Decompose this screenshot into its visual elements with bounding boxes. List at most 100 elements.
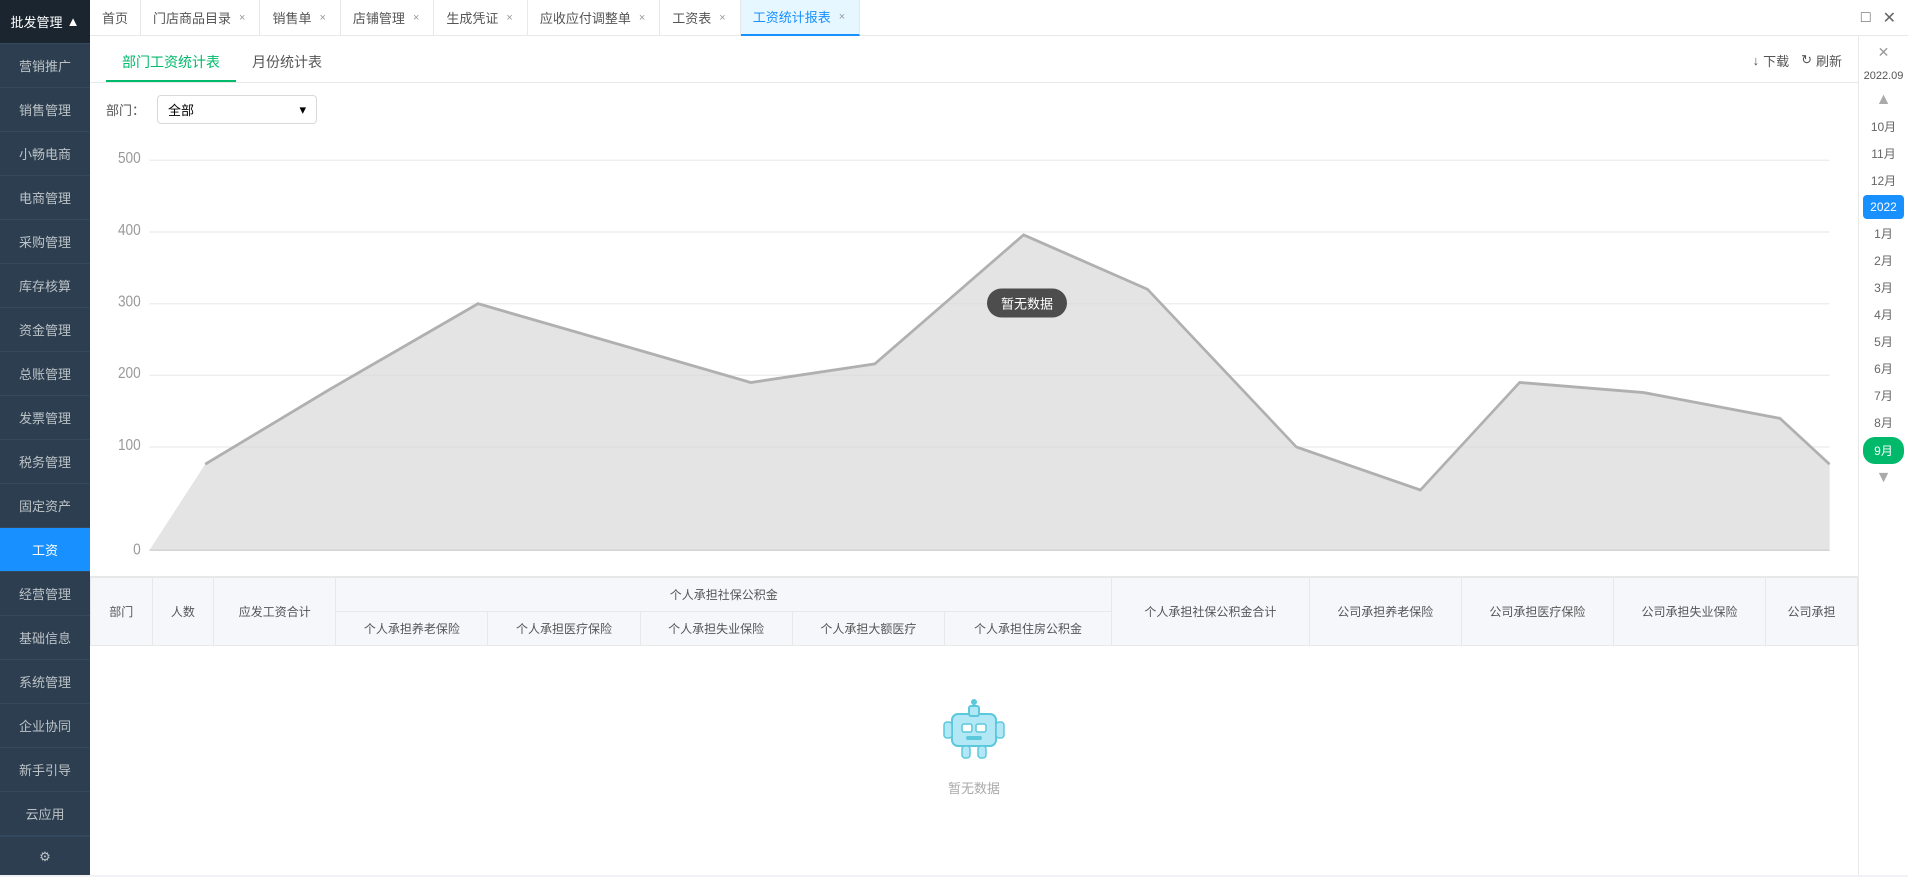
- no-data-tooltip: 暂无数据: [987, 289, 1067, 318]
- tab-close-icon[interactable]: ×: [717, 11, 727, 25]
- sidebar-item-工资[interactable]: 工资: [0, 528, 90, 572]
- svg-text:500: 500: [118, 150, 141, 167]
- sidebar-item-云应用[interactable]: 云应用: [0, 792, 90, 836]
- sub-tabs: 部门工资统计表月份统计表 ↓ 下载 ↻ 刷新: [90, 36, 1858, 83]
- tab-close-icon[interactable]: ×: [411, 11, 421, 25]
- col-personal-medical: 个人承担医疗保险: [488, 612, 640, 646]
- tab-label: 应收应付调整单: [540, 8, 631, 27]
- sidebar-item-经营管理[interactable]: 经营管理: [0, 572, 90, 616]
- refresh-button[interactable]: ↻ 刷新: [1801, 51, 1842, 70]
- sidebar-item-总账管理[interactable]: 总账管理: [0, 352, 90, 396]
- chart-svg: 500 400 300 200 100 0: [106, 146, 1842, 576]
- download-button[interactable]: ↓ 下载: [1753, 51, 1790, 70]
- timeline-item-7月[interactable]: 7月: [1859, 382, 1908, 409]
- svg-text:400: 400: [118, 222, 141, 239]
- table-section[interactable]: 部门 人数 应发工资合计 个人承担社保公积金 个人承担社保公积金合计 公司承担养…: [90, 576, 1858, 817]
- timeline-item-12月[interactable]: 12月: [1859, 167, 1908, 194]
- sidebar-item-基础信息[interactable]: 基础信息: [0, 616, 90, 660]
- sidebar-item-发票管理[interactable]: 发票管理: [0, 396, 90, 440]
- sidebar-item-库存核算[interactable]: 库存核算: [0, 264, 90, 308]
- timeline-item-2022[interactable]: 2022: [1863, 195, 1904, 219]
- tab-门店商品目录[interactable]: 门店商品目录×: [141, 0, 260, 36]
- tab-close-icon[interactable]: ×: [637, 11, 647, 25]
- empty-text: 暂无数据: [90, 778, 1858, 797]
- svg-text:0: 0: [133, 542, 141, 559]
- timeline-header-year: 2022.09: [1859, 65, 1908, 87]
- filter-label: 部门：: [106, 100, 145, 119]
- sidebar-item-新手引导[interactable]: 新手引导: [0, 748, 90, 792]
- sidebar-item-小畅电商[interactable]: 小畅电商: [0, 132, 90, 176]
- tab-bar-end: □ ✕: [1857, 6, 1908, 30]
- col-company-unemployment: 公司承担失业保险: [1613, 578, 1765, 646]
- sidebar-item-营销推广[interactable]: 营销推广: [0, 44, 90, 88]
- timeline-item-11月[interactable]: 11月: [1859, 140, 1908, 167]
- department-select[interactable]: 全部 ▾: [157, 95, 317, 124]
- sidebar-item-企业协同[interactable]: 企业协同: [0, 704, 90, 748]
- tab-label: 生成凭证: [446, 8, 498, 27]
- sidebar-header[interactable]: 批发管理 ▲: [0, 0, 90, 44]
- timeline-item-6月[interactable]: 6月: [1859, 355, 1908, 382]
- timeline-nav-down[interactable]: ▼: [1859, 465, 1908, 491]
- col-people: 人数: [152, 578, 214, 646]
- svg-text:100: 100: [118, 437, 141, 454]
- sidebar-item-采购管理[interactable]: 采购管理: [0, 220, 90, 264]
- sidebar-item-固定资产[interactable]: 固定资产: [0, 484, 90, 528]
- tab-店铺管理[interactable]: 店铺管理 ×: [341, 0, 434, 36]
- timeline-nav-up[interactable]: ▲: [1859, 87, 1908, 113]
- tab-工资表[interactable]: 工资表 ×: [660, 0, 740, 36]
- timeline-item-4月[interactable]: 4月: [1859, 301, 1908, 328]
- col-personal-total: 个人承担社保公积金合计: [1112, 578, 1309, 646]
- tab-应收应付调整单[interactable]: 应收应付调整单 ×: [528, 0, 660, 36]
- svg-text:200: 200: [118, 365, 141, 382]
- tab-close-icon[interactable]: ×: [837, 10, 847, 24]
- timeline-close-button[interactable]: ✕: [1859, 40, 1908, 65]
- panel: 部门工资统计表月份统计表 ↓ 下载 ↻ 刷新 部门： 全部 ▾: [90, 36, 1858, 875]
- sidebar-item-系统管理[interactable]: 系统管理: [0, 660, 90, 704]
- empty-icon: [934, 686, 1014, 766]
- tab-销售单[interactable]: 销售单×: [260, 0, 340, 36]
- right-panel: ✕ 2022.09 ▲ 10月11月12月20221月2月3月4月5月6月7月8…: [1858, 36, 1908, 875]
- svg-text:300: 300: [118, 294, 141, 311]
- close-button[interactable]: ✕: [1879, 6, 1900, 30]
- col-company-pension: 公司承担养老保险: [1309, 578, 1461, 646]
- timeline-item-10月[interactable]: 10月: [1859, 113, 1908, 140]
- restore-button[interactable]: □: [1857, 7, 1875, 29]
- tab-close-icon[interactable]: ×: [237, 11, 247, 25]
- col-personal-major-medical: 个人承担大额医疗: [792, 612, 944, 646]
- sidebar-collapse-icon[interactable]: ▲: [67, 14, 80, 29]
- timeline-item-3月[interactable]: 3月: [1859, 274, 1908, 301]
- tab-生成凭证[interactable]: 生成凭证 ×: [434, 0, 527, 36]
- download-icon: ↓: [1753, 53, 1760, 68]
- timeline-item-9月[interactable]: 9月: [1863, 437, 1904, 464]
- sidebar-title: 批发管理: [11, 12, 63, 31]
- tab-label: 工资表: [672, 8, 711, 27]
- tab-close-icon[interactable]: ×: [504, 11, 514, 25]
- sub-tabs-right: ↓ 下载 ↻ 刷新: [1753, 51, 1842, 78]
- sub-tab-月份统计表[interactable]: 月份统计表: [236, 46, 338, 82]
- sidebar-item-税务管理[interactable]: 税务管理: [0, 440, 90, 484]
- sidebar-item-资金管理[interactable]: 资金管理: [0, 308, 90, 352]
- sidebar-footer[interactable]: ⚙: [0, 836, 90, 877]
- sub-tab-部门工资统计表[interactable]: 部门工资统计表: [106, 46, 236, 82]
- sidebar-item-电商管理[interactable]: 电商管理: [0, 176, 90, 220]
- content: 部门工资统计表月份统计表 ↓ 下载 ↻ 刷新 部门： 全部 ▾: [90, 36, 1908, 875]
- sub-tabs-left: 部门工资统计表月份统计表: [106, 46, 338, 82]
- chart-container: 500 400 300 200 100 0: [90, 136, 1858, 576]
- tab-工资统计报表[interactable]: 工资统计报表×: [741, 0, 860, 36]
- tab-首页[interactable]: 首页: [90, 0, 141, 36]
- timeline-item-1月[interactable]: 1月: [1859, 220, 1908, 247]
- refresh-icon: ↻: [1801, 52, 1812, 68]
- col-personal-unemployment: 个人承担失业保险: [640, 612, 792, 646]
- timeline-item-8月[interactable]: 8月: [1859, 409, 1908, 436]
- col-total-salary: 应发工资合计: [214, 578, 336, 646]
- tab-label: 店铺管理: [353, 8, 405, 27]
- col-dept: 部门: [91, 578, 153, 646]
- timeline-item-5月[interactable]: 5月: [1859, 328, 1908, 355]
- tab-close-icon[interactable]: ×: [317, 11, 327, 25]
- settings-icon: ⚙: [39, 849, 51, 864]
- col-company-other: 公司承担: [1766, 578, 1858, 646]
- timeline-item-2月[interactable]: 2月: [1859, 247, 1908, 274]
- sidebar-item-销售管理[interactable]: 销售管理: [0, 88, 90, 132]
- col-personal-insurance-group: 个人承担社保公积金: [336, 578, 1112, 612]
- refresh-label: 刷新: [1816, 51, 1842, 70]
